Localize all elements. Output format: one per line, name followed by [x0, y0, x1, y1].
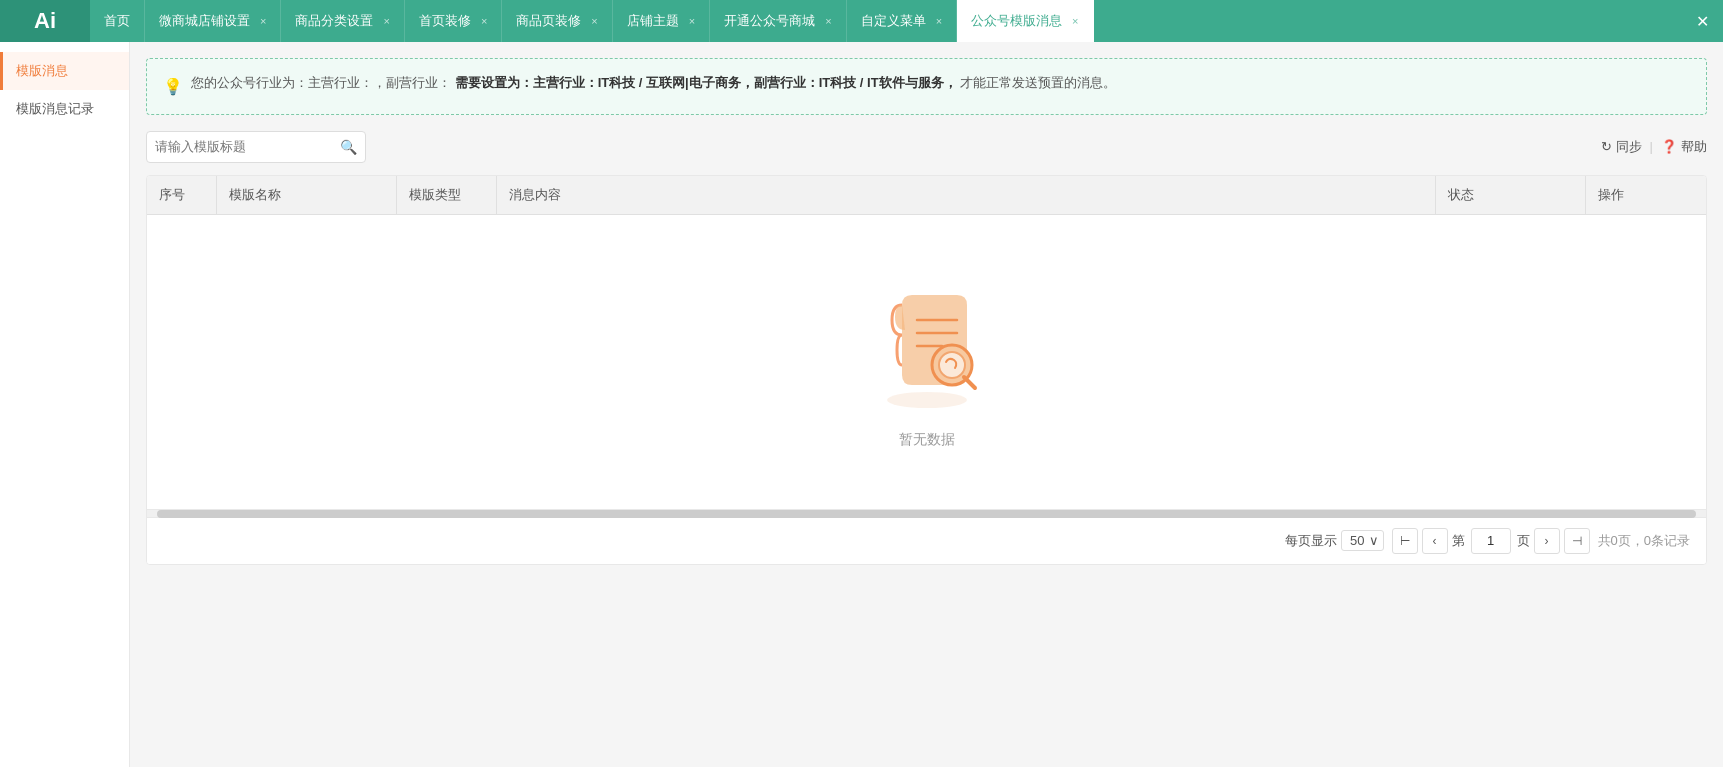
th-content: 消息内容 [497, 176, 1436, 214]
page-number-input[interactable] [1471, 528, 1511, 554]
content-area: 💡 您的公众号行业为：主营行业：，副营行业： 需要设置为：主营行业：IT科技 /… [130, 42, 1723, 767]
th-type: 模版类型 [397, 176, 497, 214]
page-size-value: 50 [1350, 533, 1364, 548]
nav-tab-close-icon[interactable]: × [481, 15, 487, 27]
main-layout: 模版消息模版消息记录 💡 您的公众号行业为：主营行业：，副营行业： 需要设置为：… [0, 42, 1723, 767]
empty-text: 暂无数据 [899, 431, 955, 449]
nav-tab-custom-menu[interactable]: 自定义菜单 × [847, 0, 957, 42]
page-label: 第 [1452, 532, 1465, 550]
sync-icon: ↻ [1601, 139, 1612, 154]
empty-state: 暂无数据 [147, 215, 1706, 509]
next-page-button[interactable]: › [1534, 528, 1560, 554]
scrollbar-thumb[interactable] [157, 510, 1696, 518]
total-text: 共0页，0条记录 [1598, 532, 1690, 550]
notice-box: 💡 您的公众号行业为：主营行业：，副营行业： 需要设置为：主营行业：IT科技 /… [146, 58, 1707, 115]
brand-logo: Ai [0, 0, 90, 42]
nav-tab-shop-theme[interactable]: 店铺主题 × [613, 0, 710, 42]
nav-tab-product-decor[interactable]: 商品页装修 × [502, 0, 612, 42]
top-nav: Ai 首页微商城店铺设置×商品分类设置×首页装修×商品页装修×店铺主题×开通公众… [0, 0, 1723, 42]
nav-tab-label: 微商城店铺设置 [159, 12, 250, 30]
nav-tab-label: 商品页装修 [516, 12, 581, 30]
nav-tab-close-icon[interactable]: × [1072, 15, 1078, 27]
nav-tab-label: 店铺主题 [627, 12, 679, 30]
th-index: 序号 [147, 176, 217, 214]
toolbar-divider: | [1650, 139, 1653, 154]
nav-tab-label: 公众号模版消息 [971, 12, 1062, 30]
empty-illustration [857, 275, 997, 415]
nav-tab-label: 自定义菜单 [861, 12, 926, 30]
help-icon: ❓ [1661, 139, 1677, 154]
nav-tab-label: 开通公众号商城 [724, 12, 815, 30]
nav-tab-close-icon[interactable]: × [936, 15, 942, 27]
th-action: 操作 [1586, 176, 1706, 214]
help-button[interactable]: ❓ 帮助 [1661, 138, 1707, 156]
page-size-label: 每页显示 [1285, 532, 1337, 550]
nav-tab-close-icon[interactable]: × [591, 15, 597, 27]
nav-tab-close-icon[interactable]: × [260, 15, 266, 27]
page-input-wrap: 第 页 [1452, 528, 1530, 554]
dropdown-arrow-icon: ∨ [1369, 533, 1379, 548]
sidebar: 模版消息模版消息记录 [0, 42, 130, 767]
table-wrap: 序号模版名称模版类型消息内容状态操作 [146, 175, 1707, 565]
scrollbar-track[interactable] [147, 509, 1706, 517]
nav-tab-shop-setting[interactable]: 微商城店铺设置 × [145, 0, 281, 42]
toolbar: 🔍 ↻ 同步 | ❓ 帮助 [146, 131, 1707, 163]
page-nav: ⊢ ‹ 第 页 › ⊣ [1392, 528, 1590, 554]
page-size-select: 每页显示 50 ∨ [1285, 530, 1383, 551]
search-input[interactable] [155, 139, 340, 154]
page-suffix: 页 [1517, 532, 1530, 550]
nav-tab-close-icon[interactable]: × [689, 15, 695, 27]
nav-tab-template-msg[interactable]: 公众号模版消息 × [957, 0, 1093, 42]
page-size-dropdown[interactable]: 50 ∨ [1341, 530, 1383, 551]
nav-tabs: 首页微商城店铺设置×商品分类设置×首页装修×商品页装修×店铺主题×开通公众号商城… [90, 0, 1681, 42]
toolbar-right: ↻ 同步 | ❓ 帮助 [1601, 138, 1707, 156]
sidebar-item-template-record[interactable]: 模版消息记录 [0, 90, 129, 128]
search-box[interactable]: 🔍 [146, 131, 366, 163]
nav-tab-close-icon[interactable]: × [383, 15, 389, 27]
sidebar-item-template-msg[interactable]: 模版消息 [0, 52, 129, 90]
table-header: 序号模版名称模版类型消息内容状态操作 [147, 176, 1706, 215]
nav-tab-category-setting[interactable]: 商品分类设置 × [281, 0, 404, 42]
th-name: 模版名称 [217, 176, 397, 214]
notice-highlight: 需要设置为：主营行业：IT科技 / 互联网|电子商务，副营行业：IT科技 / I… [455, 75, 957, 90]
nav-tab-home-decor[interactable]: 首页装修 × [405, 0, 502, 42]
nav-tab-label: 商品分类设置 [295, 12, 373, 30]
th-status: 状态 [1436, 176, 1586, 214]
sync-label: 同步 [1616, 138, 1642, 156]
svg-point-0 [887, 392, 967, 408]
svg-line-6 [964, 377, 975, 388]
first-page-button[interactable]: ⊢ [1392, 528, 1418, 554]
search-icon[interactable]: 🔍 [340, 139, 357, 155]
nav-tab-home[interactable]: 首页 [90, 0, 145, 42]
nav-tab-open-mall[interactable]: 开通公众号商城 × [710, 0, 846, 42]
prev-page-button[interactable]: ‹ [1422, 528, 1448, 554]
help-label: 帮助 [1681, 138, 1707, 156]
notice-text: 您的公众号行业为：主营行业：，副营行业： 需要设置为：主营行业：IT科技 / 互… [191, 73, 1116, 94]
nav-tab-label: 首页装修 [419, 12, 471, 30]
close-all-button[interactable]: ✕ [1681, 0, 1723, 42]
last-page-button[interactable]: ⊣ [1564, 528, 1590, 554]
svg-point-5 [939, 352, 965, 378]
sync-button[interactable]: ↻ 同步 [1601, 138, 1642, 156]
nav-tab-close-icon[interactable]: × [825, 15, 831, 27]
nav-tab-label: 首页 [104, 12, 130, 30]
pagination: 每页显示 50 ∨ ⊢ ‹ 第 页 › ⊣ [147, 517, 1706, 564]
notice-icon: 💡 [163, 74, 183, 100]
